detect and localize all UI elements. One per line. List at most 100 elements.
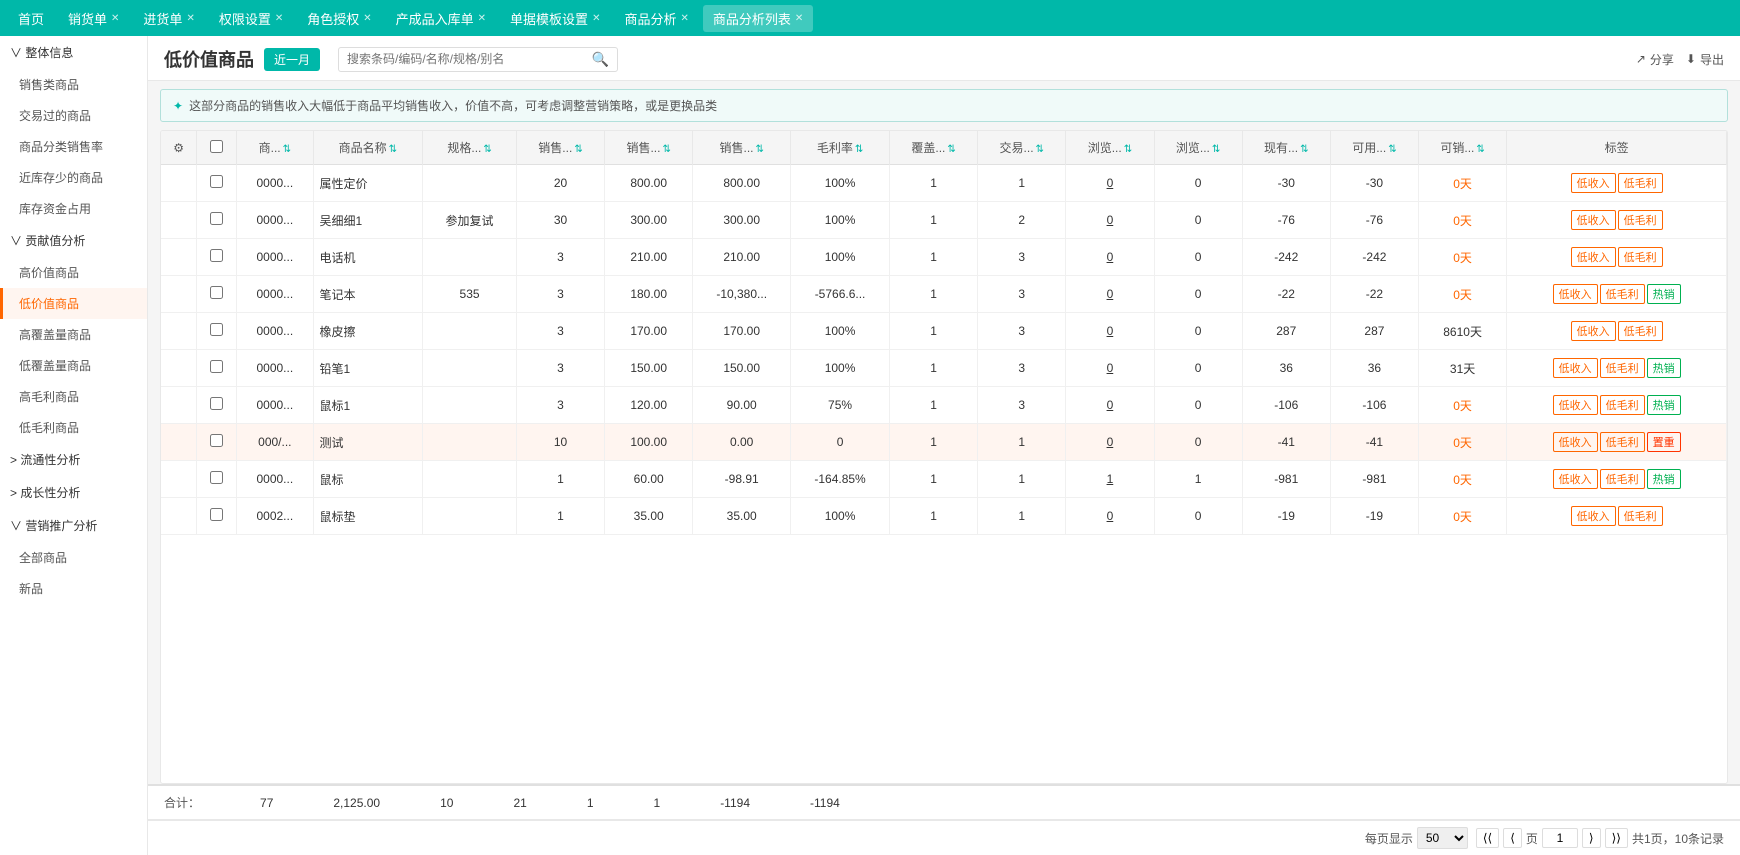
th-browse1[interactable]: 浏览...⇅ (1066, 131, 1154, 165)
close-icon[interactable]: ✕ (592, 13, 600, 24)
sidebar-item-low-margin[interactable]: 低毛利商品 (0, 412, 147, 443)
th-name[interactable]: 商品名称⇅ (313, 131, 423, 165)
row-checkbox[interactable] (210, 508, 223, 521)
row-checkbox[interactable] (210, 323, 223, 336)
sales-qty: 3 (516, 276, 604, 313)
search-input[interactable] (347, 52, 592, 66)
sidebar-item-sales-products[interactable]: 销售类商品 (0, 69, 147, 100)
browse1-link[interactable]: 0 (1107, 398, 1114, 412)
th-current-stock[interactable]: 现有...⇅ (1242, 131, 1330, 165)
per-page-select[interactable]: 50 100 200 (1417, 827, 1468, 849)
settings-header[interactable]: ⚙ (161, 131, 197, 165)
row-checkbox-cell[interactable] (197, 424, 237, 461)
nav-purchase-order[interactable]: 进货单 ✕ (133, 5, 204, 32)
sidebar-item-high-margin[interactable]: 高毛利商品 (0, 381, 147, 412)
th-sales-profit[interactable]: 销售...⇅ (693, 131, 791, 165)
sidebar-item-category-sales-rate[interactable]: 商品分类销售率 (0, 131, 147, 162)
browse1-link[interactable]: 1 (1107, 472, 1114, 486)
sidebar-group-marketing[interactable]: ∨ 营销推广分析 (0, 509, 147, 542)
browse1-link[interactable]: 0 (1107, 176, 1114, 190)
th-browse2[interactable]: 浏览...⇅ (1154, 131, 1242, 165)
row-checkbox-cell[interactable] (197, 461, 237, 498)
row-checkbox-cell[interactable] (197, 387, 237, 424)
nav-home[interactable]: 首页 (8, 5, 54, 32)
row-checkbox[interactable] (210, 434, 223, 447)
th-spec[interactable]: 规格...⇅ (423, 131, 517, 165)
row-checkbox[interactable] (210, 212, 223, 225)
sales-amount: 150.00 (605, 350, 693, 387)
close-icon[interactable]: ✕ (363, 13, 371, 24)
nav-permissions[interactable]: 权限设置 ✕ (209, 5, 293, 32)
nav-product-warehousing[interactable]: 产成品入库单 ✕ (386, 5, 496, 32)
th-sales-amount[interactable]: 销售...⇅ (605, 131, 693, 165)
sidebar-item-high-coverage[interactable]: 高覆盖量商品 (0, 319, 147, 350)
prev-page-button[interactable]: ⟨ (1503, 828, 1522, 848)
browse1-link[interactable]: 0 (1107, 361, 1114, 375)
row-checkbox[interactable] (210, 286, 223, 299)
sidebar-item-stock-capital[interactable]: 库存资金占用 (0, 193, 147, 224)
th-available-stock[interactable]: 可用...⇅ (1330, 131, 1418, 165)
row-checkbox[interactable] (210, 471, 223, 484)
th-code[interactable]: 商...⇅ (237, 131, 313, 165)
browse1-link[interactable]: 0 (1107, 213, 1114, 227)
sidebar-group-overall[interactable]: ∨ 整体信息 (0, 36, 147, 69)
sidebar-item-low-stock[interactable]: 近库存少的商品 (0, 162, 147, 193)
sidebar-group-contribution[interactable]: ∨ 贡献值分析 (0, 224, 147, 257)
sidebar-item-all-products[interactable]: 全部商品 (0, 542, 147, 573)
row-checkbox[interactable] (210, 175, 223, 188)
next-page-button[interactable]: ⟩ (1582, 828, 1601, 848)
nav-role-auth[interactable]: 角色授权 ✕ (297, 5, 381, 32)
share-button[interactable]: ↗ 分享 (1636, 51, 1674, 68)
sidebar-item-new-products[interactable]: 新品 (0, 573, 147, 604)
th-coverage[interactable]: 覆盖...⇅ (889, 131, 977, 165)
sidebar-item-low-value[interactable]: 低价值商品 (0, 288, 147, 319)
browse1-link[interactable]: 0 (1107, 287, 1114, 301)
available-stock: -30 (1330, 165, 1418, 202)
period-button[interactable]: 近一月 (264, 48, 320, 71)
sidebar-group-liquidity[interactable]: > 流通性分析 (0, 443, 147, 476)
sidebar-item-high-value[interactable]: 高价值商品 (0, 257, 147, 288)
row-checkbox-cell[interactable] (197, 313, 237, 350)
close-icon[interactable]: ✕ (680, 13, 688, 24)
th-sellable[interactable]: 可销...⇅ (1419, 131, 1507, 165)
sidebar-group-growth[interactable]: > 成长性分析 (0, 476, 147, 509)
sidebar-item-low-coverage[interactable]: 低覆盖量商品 (0, 350, 147, 381)
search-icon[interactable]: 🔍 (592, 51, 609, 68)
th-gross-margin[interactable]: 毛利率⇅ (791, 131, 890, 165)
browse1-link[interactable]: 0 (1107, 250, 1114, 264)
browse1-link[interactable]: 0 (1107, 324, 1114, 338)
th-transaction[interactable]: 交易...⇅ (978, 131, 1066, 165)
row-checkbox-cell[interactable] (197, 165, 237, 202)
product-tag: 低毛利 (1600, 469, 1645, 489)
first-page-button[interactable]: ⟨⟨ (1476, 828, 1499, 848)
close-icon[interactable]: ✕ (795, 13, 803, 24)
select-all-checkbox[interactable] (210, 140, 223, 153)
row-checkbox[interactable] (210, 249, 223, 262)
browse1-link[interactable]: 0 (1107, 435, 1114, 449)
export-button[interactable]: ⬇ 导出 (1686, 51, 1724, 68)
row-checkbox[interactable] (210, 397, 223, 410)
row-checkbox-cell[interactable] (197, 276, 237, 313)
sidebar-item-traded-products[interactable]: 交易过的商品 (0, 100, 147, 131)
th-sales-qty[interactable]: 销售...⇅ (516, 131, 604, 165)
nav-product-analysis[interactable]: 商品分析 ✕ (614, 5, 698, 32)
row-checkbox[interactable] (210, 360, 223, 373)
nav-product-analysis-list[interactable]: 商品分析列表 ✕ (703, 5, 813, 32)
data-table-container[interactable]: ⚙ 商...⇅ 商品名称⇅ 规格...⇅ 销售...⇅ 销售...⇅ 销售...… (160, 130, 1728, 784)
close-icon[interactable]: ✕ (111, 13, 119, 24)
row-checkbox-cell[interactable] (197, 498, 237, 535)
sales-amount: 120.00 (605, 387, 693, 424)
browse1-link[interactable]: 0 (1107, 509, 1114, 523)
page-input[interactable] (1542, 828, 1578, 848)
close-icon[interactable]: ✕ (275, 13, 283, 24)
row-checkbox-cell[interactable] (197, 202, 237, 239)
browse2: 1 (1154, 461, 1242, 498)
close-icon[interactable]: ✕ (478, 13, 486, 24)
close-icon[interactable]: ✕ (186, 13, 194, 24)
nav-template-settings[interactable]: 单据模板设置 ✕ (500, 5, 610, 32)
row-checkbox-cell[interactable] (197, 350, 237, 387)
row-checkbox-cell[interactable] (197, 239, 237, 276)
last-page-button[interactable]: ⟩⟩ (1605, 828, 1628, 848)
nav-sales-order[interactable]: 销货单 ✕ (58, 5, 129, 32)
checkbox-header[interactable] (197, 131, 237, 165)
